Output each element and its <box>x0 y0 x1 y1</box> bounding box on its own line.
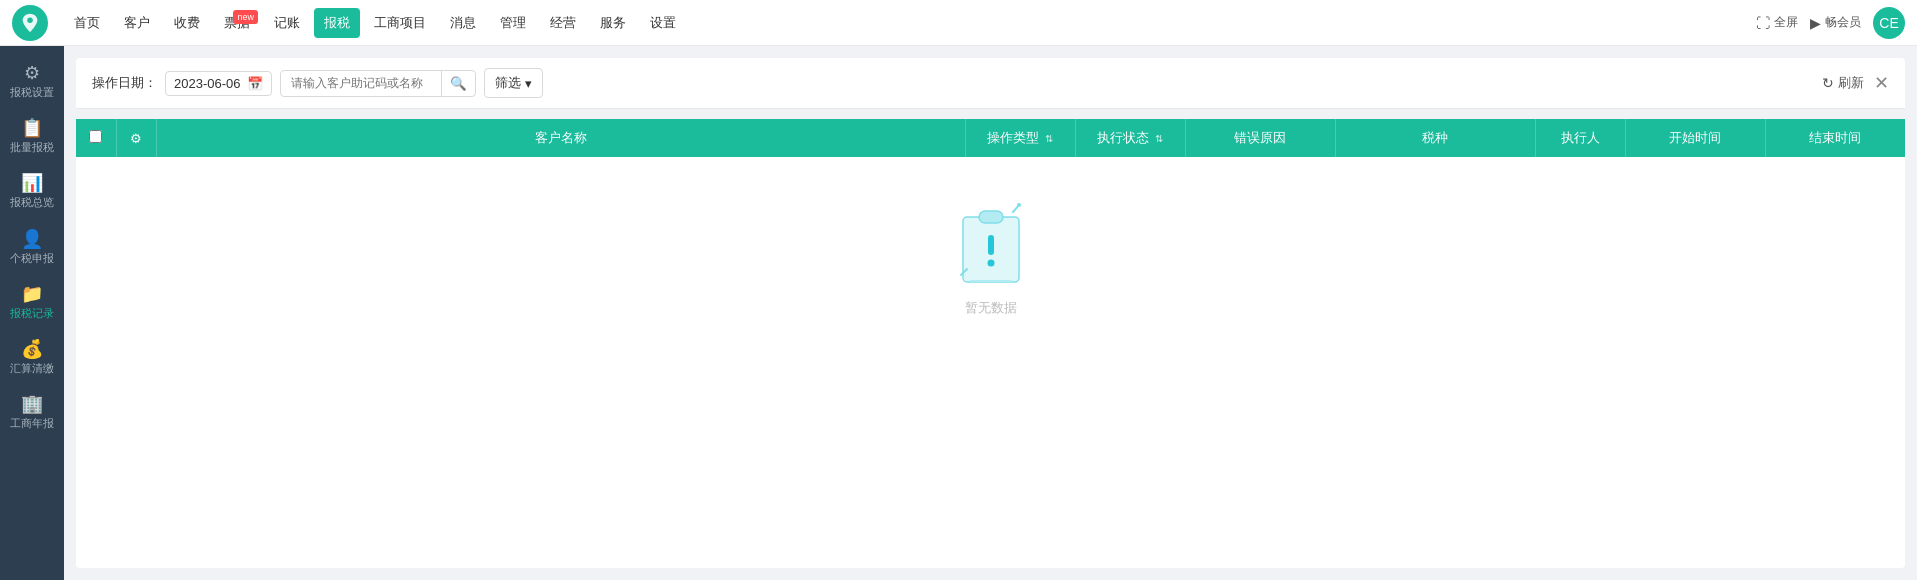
logo[interactable] <box>12 5 48 41</box>
nav-item-服务[interactable]: 服务 <box>590 8 636 38</box>
chevron-down-icon: ▾ <box>525 76 532 91</box>
nav-item-工商项目[interactable]: 工商项目 <box>364 8 436 38</box>
svg-rect-3 <box>988 235 994 255</box>
sidebar-item-报税设置[interactable]: ⚙ 报税设置 <box>0 54 64 109</box>
search-button[interactable]: 🔍 <box>441 71 475 96</box>
sidebar-icon: 👤 <box>21 230 43 248</box>
svg-rect-2 <box>979 211 1003 223</box>
sidebar-icon: 📊 <box>21 174 43 192</box>
status-sort-icon: ⇅ <box>1155 133 1163 144</box>
th-settings[interactable]: ⚙ <box>116 119 156 157</box>
nav-items: 首页客户收费票据new记账报税工商项目消息管理经营服务设置 <box>64 8 1756 38</box>
empty-text: 暂无数据 <box>965 299 1017 317</box>
optype-sort-icon: ⇅ <box>1045 133 1053 144</box>
th-error: 错误原因 <box>1185 119 1335 157</box>
sidebar-label: 个税申报 <box>10 252 54 265</box>
search-input[interactable] <box>281 71 441 95</box>
nav-item-客户[interactable]: 客户 <box>114 8 160 38</box>
member-btn[interactable]: ▶ 畅会员 <box>1810 14 1861 31</box>
date-picker[interactable]: 2023-06-06 📅 <box>165 71 272 96</box>
th-starttime: 开始时间 <box>1625 119 1765 157</box>
main-content: 操作日期： 2023-06-06 📅 🔍 筛选 ▾ ↻ 刷新 ✕ <box>64 46 1917 580</box>
filter-button[interactable]: 筛选 ▾ <box>484 68 543 98</box>
th-endtime: 结束时间 <box>1765 119 1905 157</box>
filter-bar: 操作日期： 2023-06-06 📅 🔍 筛选 ▾ ↻ 刷新 ✕ <box>76 58 1905 109</box>
svg-point-6 <box>1017 203 1021 207</box>
filter-bar-right: ↻ 刷新 ✕ <box>1822 74 1889 92</box>
sidebar-item-报税记录[interactable]: 📁 报税记录 <box>0 275 64 330</box>
sidebar-item-工商年报[interactable]: 🏢 工商年报 <box>0 385 64 440</box>
sidebar-icon: ⚙ <box>24 64 40 82</box>
main-layout: ⚙ 报税设置 📋 批量报税 📊 报税总览 👤 个税申报 📁 报税记录 💰 汇算清缴 🏢 工商年报 操作日期… <box>0 46 1917 580</box>
sidebar-item-汇算清缴[interactable]: 💰 汇算清缴 <box>0 330 64 385</box>
svg-point-0 <box>27 17 33 23</box>
close-button[interactable]: ✕ <box>1874 74 1889 92</box>
sidebar: ⚙ 报税设置 📋 批量报税 📊 报税总览 👤 个税申报 📁 报税记录 💰 汇算清缴 🏢 工商年报 <box>0 46 64 580</box>
sidebar-icon: 💰 <box>21 340 43 358</box>
select-all-checkbox[interactable] <box>89 130 102 143</box>
sidebar-label: 报税设置 <box>10 86 54 99</box>
svg-point-4 <box>987 260 994 267</box>
nav-item-票据[interactable]: 票据new <box>214 8 260 38</box>
sidebar-icon: 🏢 <box>21 395 43 413</box>
search-wrap: 🔍 <box>280 70 476 97</box>
nav-right: ⛶ 全屏 ▶ 畅会员 CE <box>1756 7 1905 39</box>
data-table: ⚙ 客户名称 操作类型 ⇅ 执行状态 ⇅ 错误原因 <box>76 119 1905 357</box>
th-taxtype: 税种 <box>1335 119 1535 157</box>
th-executor: 执行人 <box>1535 119 1625 157</box>
avatar[interactable]: CE <box>1873 7 1905 39</box>
sidebar-label: 汇算清缴 <box>10 362 54 375</box>
calendar-icon: 📅 <box>247 76 263 91</box>
sidebar-item-批量报税[interactable]: 📋 批量报税 <box>0 109 64 164</box>
nav-item-报税[interactable]: 报税 <box>314 8 360 38</box>
date-label: 操作日期： <box>92 74 157 92</box>
sidebar-item-个税申报[interactable]: 👤 个税申报 <box>0 220 64 275</box>
table-body: 暂无数据 <box>76 157 1905 357</box>
table-header: ⚙ 客户名称 操作类型 ⇅ 执行状态 ⇅ 错误原因 <box>76 119 1905 157</box>
refresh-icon: ↻ <box>1822 75 1834 91</box>
sidebar-label: 报税记录 <box>10 307 54 320</box>
refresh-button[interactable]: ↻ 刷新 <box>1822 74 1864 92</box>
th-status[interactable]: 执行状态 ⇅ <box>1075 119 1185 157</box>
nav-item-消息[interactable]: 消息 <box>440 8 486 38</box>
nav-item-首页[interactable]: 首页 <box>64 8 110 38</box>
nav-item-设置[interactable]: 设置 <box>640 8 686 38</box>
empty-state: 暂无数据 <box>76 157 1905 357</box>
sidebar-label: 报税总览 <box>10 196 54 209</box>
top-navigation: 首页客户收费票据new记账报税工商项目消息管理经营服务设置 ⛶ 全屏 ▶ 畅会员… <box>0 0 1917 46</box>
sidebar-item-报税总览[interactable]: 📊 报税总览 <box>0 164 64 219</box>
nav-badge: new <box>233 10 258 25</box>
th-customer: 客户名称 <box>156 119 965 157</box>
th-checkbox <box>76 119 116 157</box>
nav-item-收费[interactable]: 收费 <box>164 8 210 38</box>
nav-item-管理[interactable]: 管理 <box>490 8 536 38</box>
sidebar-icon: 📁 <box>21 285 43 303</box>
th-optype[interactable]: 操作类型 ⇅ <box>965 119 1075 157</box>
empty-illustration <box>951 197 1031 287</box>
table-wrap: ⚙ 客户名称 操作类型 ⇅ 执行状态 ⇅ 错误原因 <box>76 119 1905 568</box>
nav-item-经营[interactable]: 经营 <box>540 8 586 38</box>
sidebar-label: 批量报税 <box>10 141 54 154</box>
sidebar-label: 工商年报 <box>10 417 54 430</box>
nav-item-记账[interactable]: 记账 <box>264 8 310 38</box>
fullscreen-btn[interactable]: ⛶ 全屏 <box>1756 14 1798 31</box>
sidebar-icon: 📋 <box>21 119 43 137</box>
